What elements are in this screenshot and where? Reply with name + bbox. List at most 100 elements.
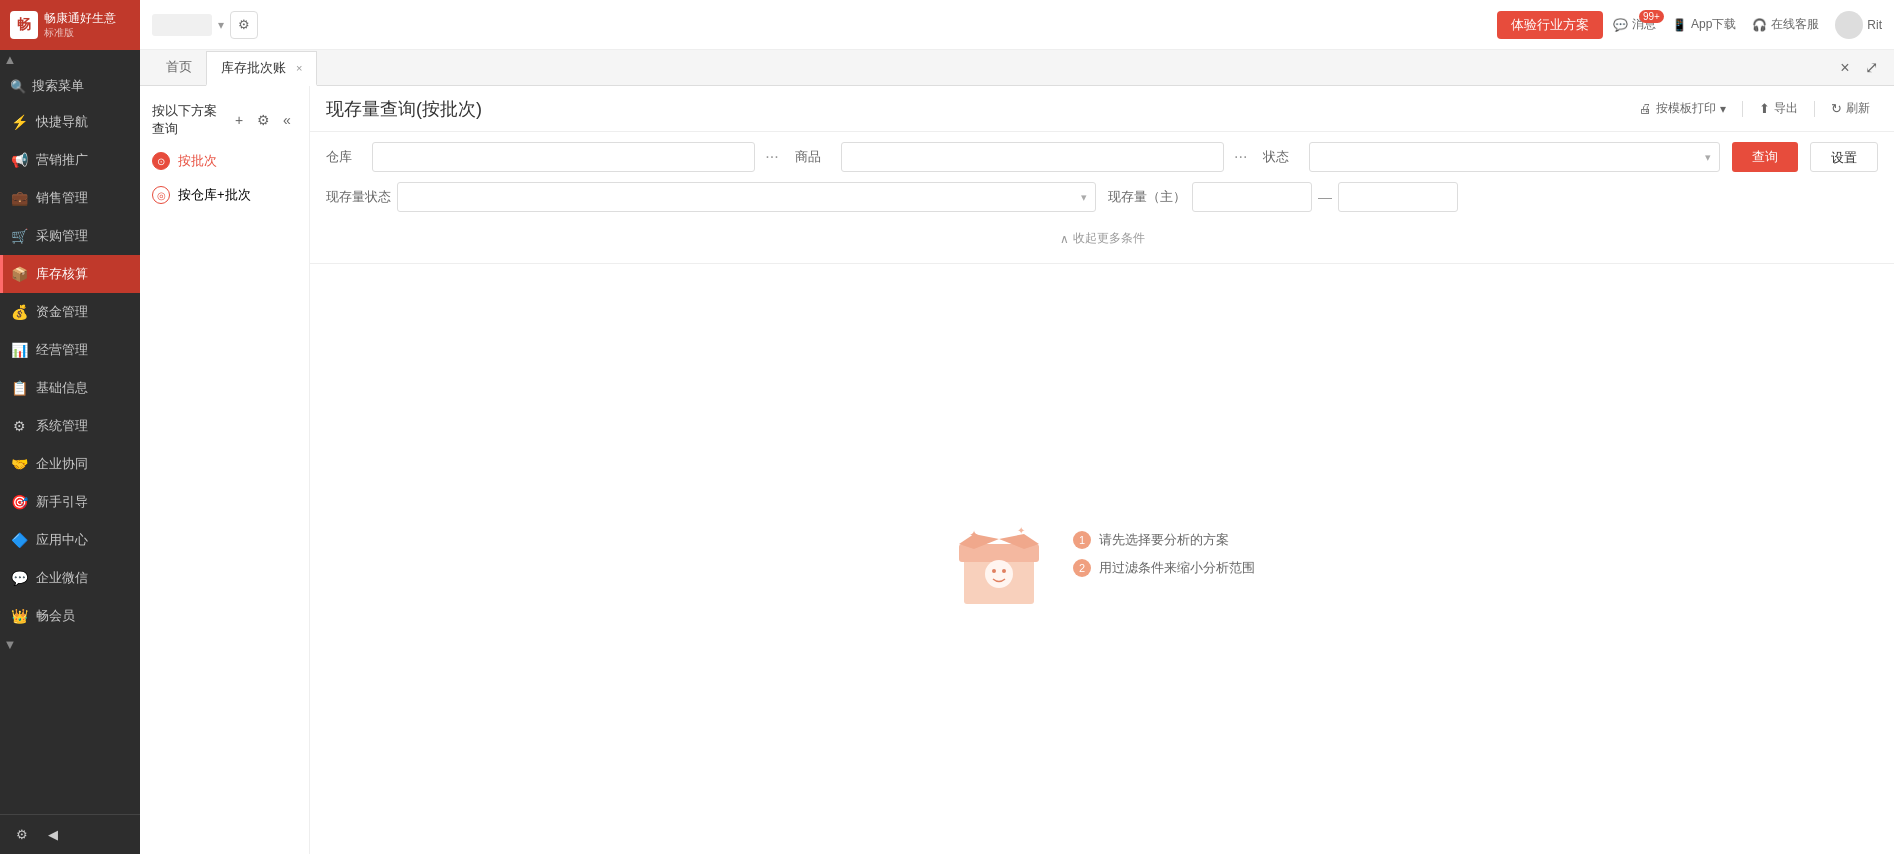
stock-amount-dash: — [1318,189,1332,205]
collapse-row: ∧ 收起更多条件 [326,222,1878,253]
stock-status-select[interactable]: ▾ [397,182,1096,212]
status-filter-label: 状态 [1263,148,1303,166]
sidebar: 畅 畅康通好生意 标准版 ▲ 🔍 搜索菜单 ⚡ 快捷导航 📢 营销推广 💼 销售… [0,0,140,854]
stock-amount-max[interactable] [1338,182,1458,212]
sidebar-item-member[interactable]: 👑 畅会员 [0,597,140,635]
query-btn[interactable]: 查询 [1732,142,1798,172]
sidebar-item-wechat[interactable]: 💬 企业微信 [0,559,140,597]
sidebar-item-label: 采购管理 [36,227,88,245]
customer-service-btn[interactable]: 🎧 在线客服 [1752,16,1819,33]
sidebar-item-label: 系统管理 [36,417,88,435]
empty-svg: ✦ ✦ [949,509,1049,609]
tab-inventory-batch[interactable]: 库存批次账 × [206,51,317,86]
empty-state: ✦ ✦ 1 请先选择要分析的方案 2 用过滤条件来缩小分析范围 [310,264,1894,854]
user-area[interactable]: Rit [1835,11,1882,39]
sidebar-item-basic[interactable]: 📋 基础信息 [0,369,140,407]
stock-status-label: 现存量状态 [326,188,391,206]
sidebar-item-label: 企业微信 [36,569,88,587]
export-label: 导出 [1774,100,1798,117]
svg-text:✦: ✦ [969,528,979,542]
hint-num-2: 2 [1073,559,1091,577]
messages-btn[interactable]: 💬 消息 99+ [1613,16,1656,33]
tabbar: 首页 库存批次账 × × ⤢ [140,50,1894,86]
topbar-gear-btn[interactable]: ⚙ [230,11,258,39]
sidebar-item-label: 企业协同 [36,455,88,473]
settings-icon: ⚙ [16,827,28,842]
page-close-btn[interactable]: × [1834,57,1856,79]
sidebar-item-label: 基础信息 [36,379,88,397]
page-header-actions: 🖨 按模板打印 ▾ ⬆ 导出 ↻ 刷新 [1631,96,1878,121]
operations-icon: 📊 [10,341,28,359]
page-expand-btn[interactable]: ⤢ [1860,57,1882,79]
sidebar-item-app-center[interactable]: 🔷 应用中心 [0,521,140,559]
sidebar-item-newbie[interactable]: 🎯 新手引导 [0,483,140,521]
hint-text-2: 用过滤条件来缩小分析范围 [1099,559,1255,577]
app-title-area: 畅康通好生意 标准版 [44,10,116,41]
collapse-btn[interactable]: ∧ 收起更多条件 [1052,226,1153,251]
sidebar-search[interactable]: 🔍 搜索菜单 [0,69,140,103]
add-scheme-btn[interactable]: + [229,110,249,130]
topbar: ▾ ⚙ 体验行业方案 💬 消息 99+ 📱 App下载 🎧 在线客服 Rit [140,0,1894,50]
tab-close-btn[interactable]: × [296,62,302,74]
stock-amount-min[interactable] [1192,182,1312,212]
hint-text-1: 请先选择要分析的方案 [1099,531,1229,549]
app-download-btn[interactable]: 📱 App下载 [1672,16,1736,33]
refresh-btn[interactable]: ↻ 刷新 [1823,96,1878,121]
scroll-down-btn[interactable]: ▼ [0,635,20,654]
panel-collapse-btn[interactable]: « [277,110,297,130]
sidebar-item-inventory[interactable]: 📦 库存核算 [0,255,140,293]
tab-home[interactable]: 首页 [152,50,206,85]
breadcrumb-dropdown[interactable]: ▾ [218,18,224,32]
warehouse-dots[interactable]: ··· [761,148,782,166]
scheme-settings-btn[interactable]: ⚙ [253,110,273,130]
print-icon: 🖨 [1639,101,1652,116]
print-label: 按模板打印 [1656,100,1716,117]
enterprise-icon: 🤝 [10,455,28,473]
sidebar-item-marketing[interactable]: 📢 营销推广 [0,141,140,179]
stock-amount-label: 现存量（主） [1108,188,1186,206]
breadcrumb-area: ▾ ⚙ [152,11,1487,39]
product-input[interactable] [841,142,1224,172]
app-title: 畅康通好生意 [44,10,116,27]
stock-status-group: 现存量状态 ▾ [326,182,1096,212]
gear-icon: ⚙ [238,17,250,32]
sidebar-item-label: 新手引导 [36,493,88,511]
filter-bar: 仓库 ··· 商品 ··· 状态 ▾ [310,132,1894,264]
product-filter-group: 商品 ··· [795,142,1252,172]
content-area: 按以下方案查询 + ⚙ « ⊙ 按批次 ◎ 按仓库+批次 [140,86,1894,854]
status-filter-group: 状态 ▾ [1263,142,1720,172]
refresh-icon: ↻ [1831,101,1842,116]
sidebar-settings-btn[interactable]: ⚙ [10,823,34,846]
sidebar-collapse-btn[interactable]: ◀ [42,823,64,846]
left-panel-header: 按以下方案查询 + ⚙ « [140,96,309,144]
print-dropdown-icon: ▾ [1720,102,1726,116]
warehouse-input[interactable] [372,142,755,172]
sidebar-item-enterprise[interactable]: 🤝 企业协同 [0,445,140,483]
demo-btn[interactable]: 体验行业方案 [1497,11,1603,39]
filter-item-by-warehouse-batch[interactable]: ◎ 按仓库+批次 [140,178,309,212]
filter-item-by-batch[interactable]: ⊙ 按批次 [140,144,309,178]
status-select[interactable]: ▾ [1309,142,1720,172]
scroll-up-btn[interactable]: ▲ [0,50,20,69]
empty-illustration: ✦ ✦ [949,509,1049,609]
sidebar-item-system[interactable]: ⚙ 系统管理 [0,407,140,445]
left-panel: 按以下方案查询 + ⚙ « ⊙ 按批次 ◎ 按仓库+批次 [140,86,310,854]
print-btn[interactable]: 🖨 按模板打印 ▾ [1631,96,1734,121]
tab-active-label: 库存批次账 [221,59,286,77]
sidebar-scroll: ▲ 🔍 搜索菜单 ⚡ 快捷导航 📢 营销推广 💼 销售管理 🛒 采购管理 📦 库… [0,50,140,814]
sidebar-item-quick-nav[interactable]: ⚡ 快捷导航 [0,103,140,141]
member-icon: 👑 [10,607,28,625]
export-btn[interactable]: ⬆ 导出 [1751,96,1806,121]
settings-btn[interactable]: 设置 [1810,142,1878,172]
search-label: 搜索菜单 [32,77,84,95]
sidebar-item-finance[interactable]: 💰 资金管理 [0,293,140,331]
sidebar-item-purchase[interactable]: 🛒 采购管理 [0,217,140,255]
username: Rit [1867,18,1882,32]
sidebar-item-sales[interactable]: 💼 销售管理 [0,179,140,217]
product-dots[interactable]: ··· [1230,148,1251,166]
sidebar-item-operations[interactable]: 📊 经营管理 [0,331,140,369]
batch-icon: ⊙ [152,152,170,170]
sales-icon: 💼 [10,189,28,207]
main-area: ▾ ⚙ 体验行业方案 💬 消息 99+ 📱 App下载 🎧 在线客服 Rit [140,0,1894,854]
svg-text:✦: ✦ [1017,525,1025,536]
